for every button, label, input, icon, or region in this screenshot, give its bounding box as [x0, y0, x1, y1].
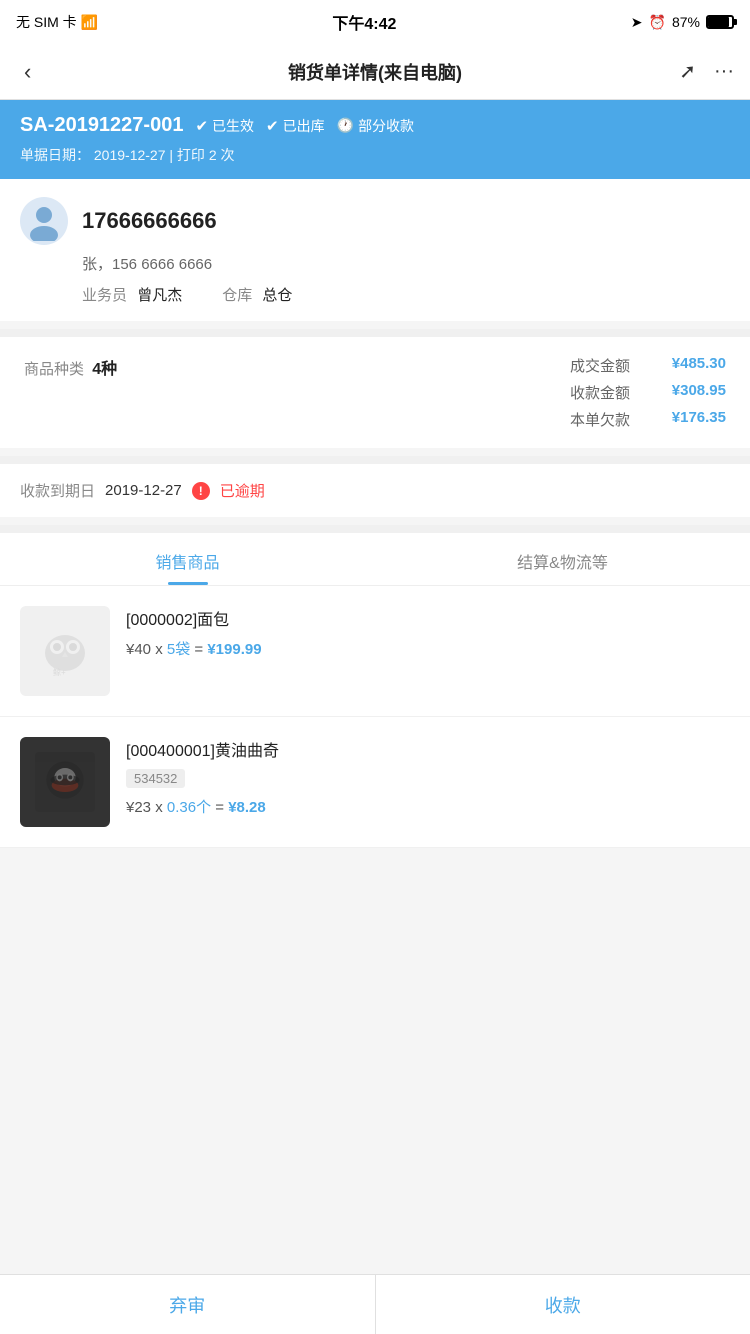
nav-bar: ‹ 销货单详情(来自电脑) ➚ ··· [0, 44, 750, 100]
price-value-1: ¥40 [126, 641, 151, 658]
alarm-icon: ⏰ [649, 14, 666, 31]
battery-icon [706, 15, 734, 29]
total-value-2: ¥8.28 [228, 799, 266, 816]
product-price-1: ¥40 x 5袋 = ¥199.99 [126, 638, 730, 659]
separator-3 [0, 525, 750, 533]
category-label: 商品种类 [24, 361, 84, 378]
customer-phone: 张，156 6666 6666 [82, 253, 730, 274]
product-price-2: ¥23 x 0.36个 = ¥8.28 [126, 796, 730, 817]
bottom-bar: 弃审 收款 [0, 1274, 750, 1334]
debt-label: 本单欠款 [570, 409, 630, 430]
status-right: ➤ ⏰ 87% [631, 14, 734, 31]
due-date: 2019-12-27 [105, 482, 182, 499]
status-shipped: ✔ 已出库 [266, 116, 325, 136]
payment-value: ¥308.95 [646, 382, 726, 403]
due-label: 收款到期日 [20, 480, 95, 501]
confirm-button[interactable]: 收款 [376, 1275, 750, 1334]
customer-top: 17666666666 [20, 197, 730, 245]
overdue-text: 已逾期 [220, 480, 265, 501]
status-effective: ✔ 已生效 [195, 116, 254, 136]
qty-value-2: 0.36个 [167, 799, 211, 816]
customer-card: 17666666666 张，156 6666 6666 业务员 曾凡杰 仓库 总… [0, 179, 750, 321]
amount-row: 成交金额 ¥485.30 [570, 355, 726, 376]
product-image-1: 鲸+ [20, 606, 110, 696]
category-count: 4种 [92, 361, 117, 378]
location-icon: ➤ [631, 14, 643, 31]
battery-percent: 87% [672, 14, 700, 30]
status-time: 下午4:42 [332, 10, 396, 34]
product-image-2 [20, 737, 110, 827]
customer-id: 17666666666 [82, 208, 217, 234]
debt-row: 本单欠款 ¥176.35 [570, 409, 726, 430]
financial-stats: 成交金额 ¥485.30 收款金额 ¥308.95 本单欠款 ¥176.35 [570, 355, 726, 430]
amount-label: 成交金额 [570, 355, 630, 376]
list-item: 鲸+ [0000002]面包 ¥40 x 5袋 = ¥199.99 [0, 586, 750, 717]
clock-icon: 🕐 [337, 117, 354, 134]
products-section: 鲸+ [0000002]面包 ¥40 x 5袋 = ¥199.99 [0, 586, 750, 848]
sales-label: 业务员 [82, 287, 127, 304]
tab-sales-products[interactable]: 销售商品 [0, 533, 375, 585]
list-item: [000400001]黄油曲奇 534532 ¥23 x 0.36个 = ¥8.… [0, 717, 750, 848]
warehouse-name: 总仓 [262, 287, 292, 304]
product-sku-2: 534532 [126, 769, 185, 788]
check-icon-1: ✔ [195, 117, 208, 135]
check-icon-2: ✔ [266, 117, 279, 135]
tab-settlement[interactable]: 结算&物流等 [375, 533, 750, 585]
nav-actions: ➚ ··· [679, 59, 734, 84]
product-info-2: [000400001]黄油曲奇 534532 ¥23 x 0.36个 = ¥8.… [126, 737, 730, 827]
due-date-row: 收款到期日 2019-12-27 ! 已逾期 [0, 464, 750, 517]
stats-card: 商品种类 4种 成交金额 ¥485.30 收款金额 ¥308.95 本单欠款 ¥… [0, 337, 750, 448]
debt-value: ¥176.35 [646, 409, 726, 430]
svg-text:鲸+: 鲸+ [53, 667, 66, 677]
total-value-1: ¥199.99 [207, 641, 261, 658]
overdue-icon: ! [192, 482, 210, 500]
status-bar: 无 SIM 卡 📶 下午4:42 ➤ ⏰ 87% [0, 0, 750, 44]
qty-value-1: 5袋 [167, 641, 190, 658]
back-button[interactable]: ‹ [16, 51, 39, 93]
warehouse-label: 仓库 [222, 287, 252, 304]
status-left: 无 SIM 卡 📶 [16, 12, 98, 32]
more-button[interactable]: ··· [714, 60, 734, 83]
tabs: 销售商品 结算&物流等 [0, 533, 750, 586]
avatar [20, 197, 68, 245]
date-label: 单据日期： [20, 147, 90, 163]
customer-meta: 业务员 曾凡杰 仓库 总仓 [82, 284, 730, 305]
warehouse-field: 仓库 总仓 [222, 284, 292, 305]
cancel-button[interactable]: 弃审 [0, 1275, 376, 1334]
order-id: SA-20191227-001 [20, 114, 183, 137]
payment-label: 收款金额 [570, 382, 630, 403]
category-info: 商品种类 4种 [24, 355, 117, 379]
separator-1 [0, 329, 750, 337]
status-partial-payment: 🕐 部分收款 [337, 116, 414, 136]
product-name-2: [000400001]黄油曲奇 [126, 737, 730, 761]
order-date: 2019-12-27 [94, 147, 166, 163]
page-title: 销货单详情(来自电脑) [288, 59, 462, 85]
order-date-row: 单据日期： 2019-12-27 | 打印 2 次 [20, 145, 730, 165]
salesperson-name: 曾凡杰 [137, 287, 182, 304]
share-button[interactable]: ➚ [679, 59, 696, 84]
order-header: SA-20191227-001 ✔ 已生效 ✔ 已出库 🕐 部分收款 单据日期：… [0, 100, 750, 179]
amount-value: ¥485.30 [646, 355, 726, 376]
salesperson-field: 业务员 曾凡杰 [82, 284, 182, 305]
separator-2 [0, 456, 750, 464]
print-info: | 打印 2 次 [169, 147, 234, 163]
payment-row: 收款金额 ¥308.95 [570, 382, 726, 403]
product-name-1: [0000002]面包 [126, 606, 730, 630]
price-value-2: ¥23 [126, 799, 151, 816]
product-info-1: [0000002]面包 ¥40 x 5袋 = ¥199.99 [126, 606, 730, 696]
